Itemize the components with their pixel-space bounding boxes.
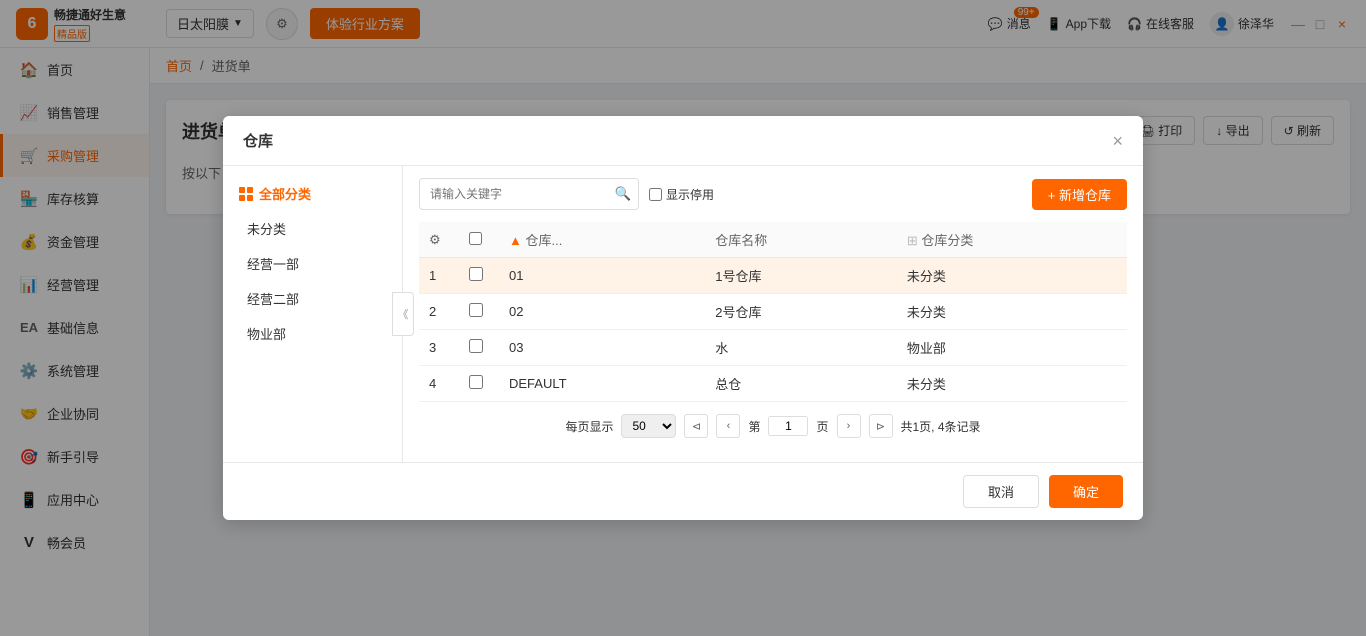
row-code: 03 (499, 330, 705, 366)
row-name: 2号仓库 (705, 294, 897, 330)
sort-icon: ▲ (509, 233, 522, 248)
page-suffix: 页 (816, 418, 828, 435)
modal-close-button[interactable]: × (1112, 132, 1123, 150)
warehouse-modal: 仓库 × 全部分类 未分类 经营一部 经营二部 物业部 《 (223, 116, 1143, 520)
row-category: 未分类 (897, 258, 1127, 294)
row-index: 2 (419, 294, 459, 330)
show-disabled-checkbox[interactable] (649, 188, 662, 201)
th-name: 仓库名称 (705, 222, 897, 258)
row-category: 未分类 (897, 366, 1127, 402)
table-body: 1 01 1号仓库 未分类 2 (419, 258, 1127, 402)
warehouse-table: ⚙ ▲ 仓库... 仓库名称 (419, 222, 1127, 402)
category-collapse-button[interactable]: 《 (392, 292, 414, 336)
category-item-property[interactable]: 物业部 (223, 316, 402, 351)
row-code: 01 (499, 258, 705, 294)
table-row[interactable]: 3 03 水 物业部 (419, 330, 1127, 366)
row-category: 未分类 (897, 294, 1127, 330)
th-checkbox (459, 222, 499, 258)
th-category: ⊞ 仓库分类 (897, 222, 1127, 258)
row-index: 3 (419, 330, 459, 366)
show-disabled-label: 显示停用 (649, 186, 714, 203)
row-checkbox-cell (459, 258, 499, 294)
category-item-ops2[interactable]: 经营二部 (223, 281, 402, 316)
th-code: ▲ 仓库... (499, 222, 705, 258)
row-checkbox-cell (459, 294, 499, 330)
total-records: 共1页, 4条记录 (901, 418, 981, 435)
confirm-button[interactable]: 确定 (1049, 475, 1123, 508)
search-input[interactable] (420, 182, 608, 206)
new-warehouse-button[interactable]: + 新增仓库 (1032, 179, 1127, 210)
last-page-button[interactable]: ⊳ (869, 414, 893, 438)
first-page-button[interactable]: ⊲ (684, 414, 708, 438)
grid-icon (239, 187, 253, 201)
row-checkbox[interactable] (469, 267, 483, 281)
row-name: 水 (705, 330, 897, 366)
row-checkbox-cell (459, 366, 499, 402)
modal-header: 仓库 × (223, 116, 1143, 166)
page-label: 第 (748, 418, 760, 435)
select-all-checkbox[interactable] (469, 232, 482, 245)
row-index: 4 (419, 366, 459, 402)
table-row[interactable]: 4 DEFAULT 总仓 未分类 (419, 366, 1127, 402)
prev-page-button[interactable]: ‹ (716, 414, 740, 438)
per-page-select[interactable]: 50 100 (621, 414, 676, 438)
cancel-button[interactable]: 取消 (963, 475, 1039, 508)
per-page-label: 每页显示 (565, 418, 613, 435)
table-panel: 🔍 显示停用 + 新增仓库 ⚙ (403, 166, 1143, 462)
page-number-input[interactable] (768, 416, 808, 436)
category-panel: 全部分类 未分类 经营一部 经营二部 物业部 《 (223, 166, 403, 462)
modal-footer: 取消 确定 (223, 462, 1143, 520)
row-category: 物业部 (897, 330, 1127, 366)
table-toolbar: 🔍 显示停用 + 新增仓库 (419, 178, 1127, 210)
category-item-unclassified[interactable]: 未分类 (223, 211, 402, 246)
row-code: 02 (499, 294, 705, 330)
category-all-label: 全部分类 (259, 184, 311, 203)
search-button[interactable]: 🔍 (608, 179, 638, 209)
row-index: 1 (419, 258, 459, 294)
table-row[interactable]: 2 02 2号仓库 未分类 (419, 294, 1127, 330)
modal-overlay: 仓库 × 全部分类 未分类 经营一部 经营二部 物业部 《 (0, 0, 1366, 636)
row-checkbox[interactable] (469, 375, 483, 389)
modal-body: 全部分类 未分类 经营一部 经营二部 物业部 《 🔍 (223, 166, 1143, 462)
category-col-icon: ⊞ (907, 233, 918, 248)
pagination-bar: 每页显示 50 100 ⊲ ‹ 第 页 › ⊳ 共1页, 4条记录 (419, 402, 1127, 450)
row-name: 1号仓库 (705, 258, 897, 294)
row-code: DEFAULT (499, 366, 705, 402)
category-item-ops1[interactable]: 经营一部 (223, 246, 402, 281)
row-checkbox-cell (459, 330, 499, 366)
config-icon: ⚙ (429, 232, 441, 247)
th-config: ⚙ (419, 222, 459, 258)
modal-title: 仓库 (243, 130, 273, 151)
row-name: 总仓 (705, 366, 897, 402)
table-row[interactable]: 1 01 1号仓库 未分类 (419, 258, 1127, 294)
next-page-button[interactable]: › (837, 414, 861, 438)
row-checkbox[interactable] (469, 339, 483, 353)
table-header-row: ⚙ ▲ 仓库... 仓库名称 (419, 222, 1127, 258)
category-all-item[interactable]: 全部分类 (223, 176, 402, 211)
search-input-wrap: 🔍 (419, 178, 639, 210)
row-checkbox[interactable] (469, 303, 483, 317)
search-icon: 🔍 (615, 186, 632, 202)
